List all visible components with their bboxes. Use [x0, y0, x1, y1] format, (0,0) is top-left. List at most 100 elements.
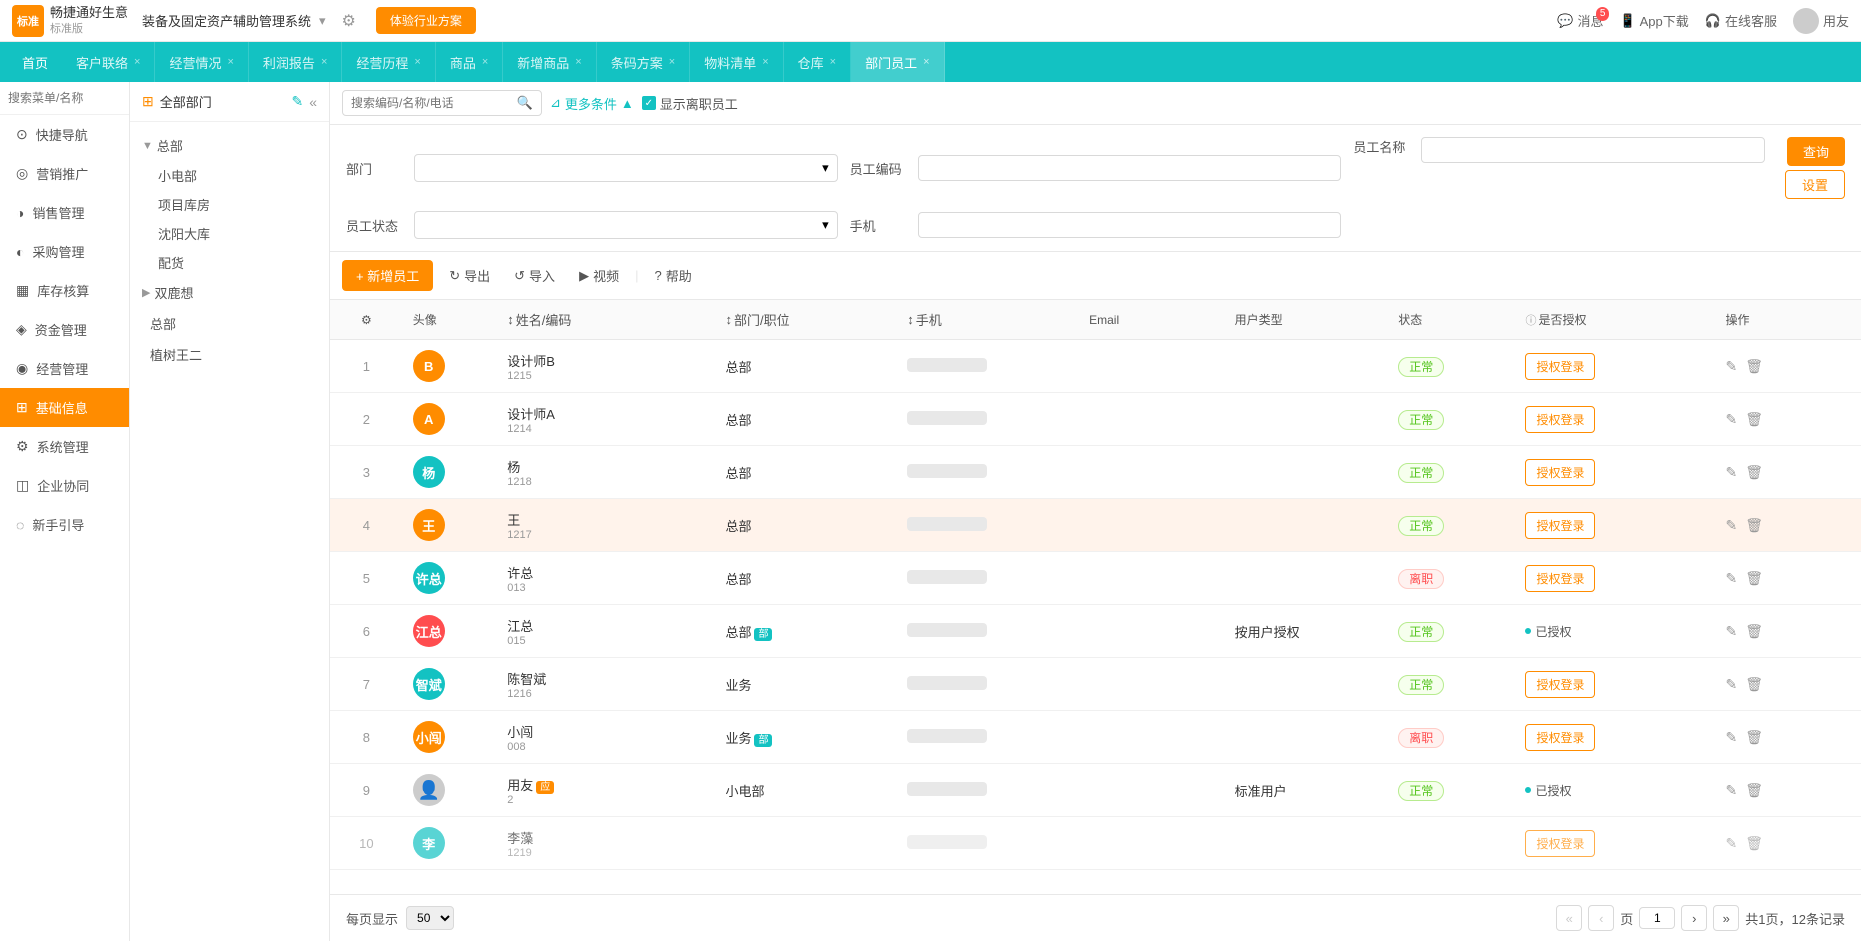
col-name-code[interactable]: ↕ 姓名/编码 [497, 300, 715, 340]
last-page-btn[interactable]: » [1713, 905, 1739, 931]
tab-profit[interactable]: 利润报告 × [249, 42, 342, 82]
tab-close-employee[interactable]: × [923, 56, 929, 68]
tab-close-goods[interactable]: × [482, 56, 488, 68]
app-download-item[interactable]: 📱 App下载 [1619, 11, 1688, 30]
edit-icon-8[interactable]: ✎ [1725, 782, 1737, 799]
dept-collapse-icon[interactable]: « [309, 94, 317, 110]
tab-home[interactable]: 首页 [8, 42, 62, 82]
sidebar-item-enterprise[interactable]: ◫ 企业协同 [0, 466, 129, 505]
delete-icon-1[interactable]: 🗑 [1745, 411, 1763, 428]
dept-child-shenyang[interactable]: 沈阳大库 [130, 219, 329, 248]
sidebar-item-purchase[interactable]: ◐ 采购管理 [0, 232, 129, 271]
dept-node-zhishu[interactable]: 植树王二 [130, 339, 329, 370]
tab-close-newgoods[interactable]: × [575, 56, 581, 68]
user-area[interactable]: 用友 [1793, 8, 1849, 34]
online-service-item[interactable]: 🎧 在线客服 [1705, 11, 1777, 30]
auth-btn-4[interactable]: 授权登录 [1525, 565, 1595, 592]
help-button[interactable]: ? 帮助 [646, 261, 699, 290]
auth-info-icon[interactable]: ⓘ [1525, 315, 1536, 327]
tab-history[interactable]: 经营历程 × [342, 42, 435, 82]
page-size-select[interactable]: 50 [406, 906, 454, 930]
tab-close-warehouse[interactable]: × [830, 56, 836, 68]
phone-input[interactable] [918, 212, 1342, 238]
sidebar-item-system[interactable]: ⚙ 系统管理 [0, 427, 129, 466]
more-filter-btn[interactable]: ⊿ 更多条件 ▲ [550, 94, 634, 113]
export-button[interactable]: ↻ 导出 [441, 261, 498, 290]
auth-btn-6[interactable]: 授权登录 [1525, 671, 1595, 698]
show-resigned-toggle[interactable]: ✓ 显示离职员工 [642, 94, 738, 113]
delete-icon-3[interactable]: 🗑 [1745, 517, 1763, 534]
view-button[interactable]: ▶ 视频 [571, 261, 627, 290]
emp-name-input[interactable] [1421, 137, 1765, 163]
next-page-btn[interactable]: › [1681, 905, 1707, 931]
first-page-btn[interactable]: « [1556, 905, 1582, 931]
trial-button[interactable]: 体验行业方案 [376, 7, 476, 34]
sidebar-item-guide[interactable]: ◌ 新手引导 [0, 505, 129, 544]
add-employee-button[interactable]: + 新增员工 [342, 260, 433, 291]
tab-close-barcode[interactable]: × [669, 56, 675, 68]
tab-warehouse[interactable]: 仓库 × [784, 42, 851, 82]
tab-close-profit[interactable]: × [321, 56, 327, 68]
edit-icon-9[interactable]: ✎ [1725, 835, 1737, 852]
auth-btn-7[interactable]: 授权登录 [1525, 724, 1595, 751]
edit-icon-2[interactable]: ✎ [1725, 464, 1737, 481]
sidebar-item-finance[interactable]: ◈ 资金管理 [0, 310, 129, 349]
dept-child-delivery[interactable]: 配货 [130, 248, 329, 277]
auth-btn-0[interactable]: 授权登录 [1525, 353, 1595, 380]
tab-bom[interactable]: 物料清单 × [690, 42, 783, 82]
emp-code-input[interactable] [918, 155, 1342, 181]
message-icon-area[interactable]: 💬 消息 5 [1557, 11, 1603, 30]
sidebar-item-basic[interactable]: ⊞ 基础信息 [0, 388, 129, 427]
edit-icon-7[interactable]: ✎ [1725, 729, 1737, 746]
sidebar-item-marketing[interactable]: ◎ 营销推广 [0, 154, 129, 193]
edit-icon-3[interactable]: ✎ [1725, 517, 1737, 534]
tab-close-op[interactable]: × [227, 56, 233, 68]
auth-btn-9[interactable]: 授权登录 [1525, 830, 1595, 857]
col-dept[interactable]: ↕ 部门/职位 [715, 300, 897, 340]
col-settings[interactable]: ⚙ [330, 300, 403, 340]
auth-btn-2[interactable]: 授权登录 [1525, 459, 1595, 486]
edit-icon-4[interactable]: ✎ [1725, 570, 1737, 587]
system-dropdown-icon[interactable]: ▾ [319, 13, 326, 29]
page-input[interactable] [1639, 907, 1675, 929]
delete-icon-9[interactable]: 🗑 [1745, 835, 1763, 852]
edit-icon-6[interactable]: ✎ [1725, 676, 1737, 693]
sidebar-search-input[interactable] [8, 91, 130, 105]
dept-filter-select[interactable]: ▾ [414, 154, 838, 182]
delete-icon-0[interactable]: 🗑 [1745, 358, 1763, 375]
tab-operation[interactable]: 经营情况 × [155, 42, 248, 82]
sidebar-item-operation[interactable]: ◉ 经营管理 [0, 349, 129, 388]
dept-child-project-store[interactable]: 项目库房 [130, 190, 329, 219]
tab-close-history[interactable]: × [414, 56, 420, 68]
delete-icon-6[interactable]: 🗑 [1745, 676, 1763, 693]
auth-btn-3[interactable]: 授权登录 [1525, 512, 1595, 539]
set-button[interactable]: 设置 [1785, 170, 1845, 199]
tab-client[interactable]: 客户联络 × [62, 42, 155, 82]
prev-page-btn[interactable]: ‹ [1588, 905, 1614, 931]
tab-new-goods[interactable]: 新增商品 × [503, 42, 596, 82]
tab-employee[interactable]: 部门员工 × [851, 42, 944, 82]
tab-close-bom[interactable]: × [762, 56, 768, 68]
edit-icon-5[interactable]: ✎ [1725, 623, 1737, 640]
tab-goods[interactable]: 商品 × [436, 42, 503, 82]
dept-node-head2[interactable]: 总部 [130, 308, 329, 339]
query-button[interactable]: 查询 [1787, 137, 1845, 166]
settings-icon[interactable]: ⚙ [342, 11, 356, 31]
delete-icon-8[interactable]: 🗑 [1745, 782, 1763, 799]
sidebar-item-sales[interactable]: ◑ 销售管理 [0, 193, 129, 232]
import-button[interactable]: ↺ 导入 [506, 261, 563, 290]
search-icon[interactable]: 🔍 [517, 95, 533, 111]
tab-close-client[interactable]: × [134, 56, 140, 68]
delete-icon-4[interactable]: 🗑 [1745, 570, 1763, 587]
delete-icon-2[interactable]: 🗑 [1745, 464, 1763, 481]
dept-node-head[interactable]: ▼ 总部 [130, 130, 329, 161]
search-input[interactable] [351, 96, 513, 110]
sidebar-item-quick-nav[interactable]: ⊙ 快捷导航 [0, 115, 129, 154]
dept-node-shuanglu[interactable]: ▶ 双鹿想 [130, 277, 329, 308]
col-phone[interactable]: ↕ 手机 [897, 300, 1079, 340]
tab-barcode[interactable]: 条码方案 × [597, 42, 690, 82]
delete-icon-7[interactable]: 🗑 [1745, 729, 1763, 746]
edit-icon-1[interactable]: ✎ [1725, 411, 1737, 428]
edit-icon-0[interactable]: ✎ [1725, 358, 1737, 375]
sidebar-item-inventory[interactable]: ▦ 库存核算 [0, 271, 129, 310]
